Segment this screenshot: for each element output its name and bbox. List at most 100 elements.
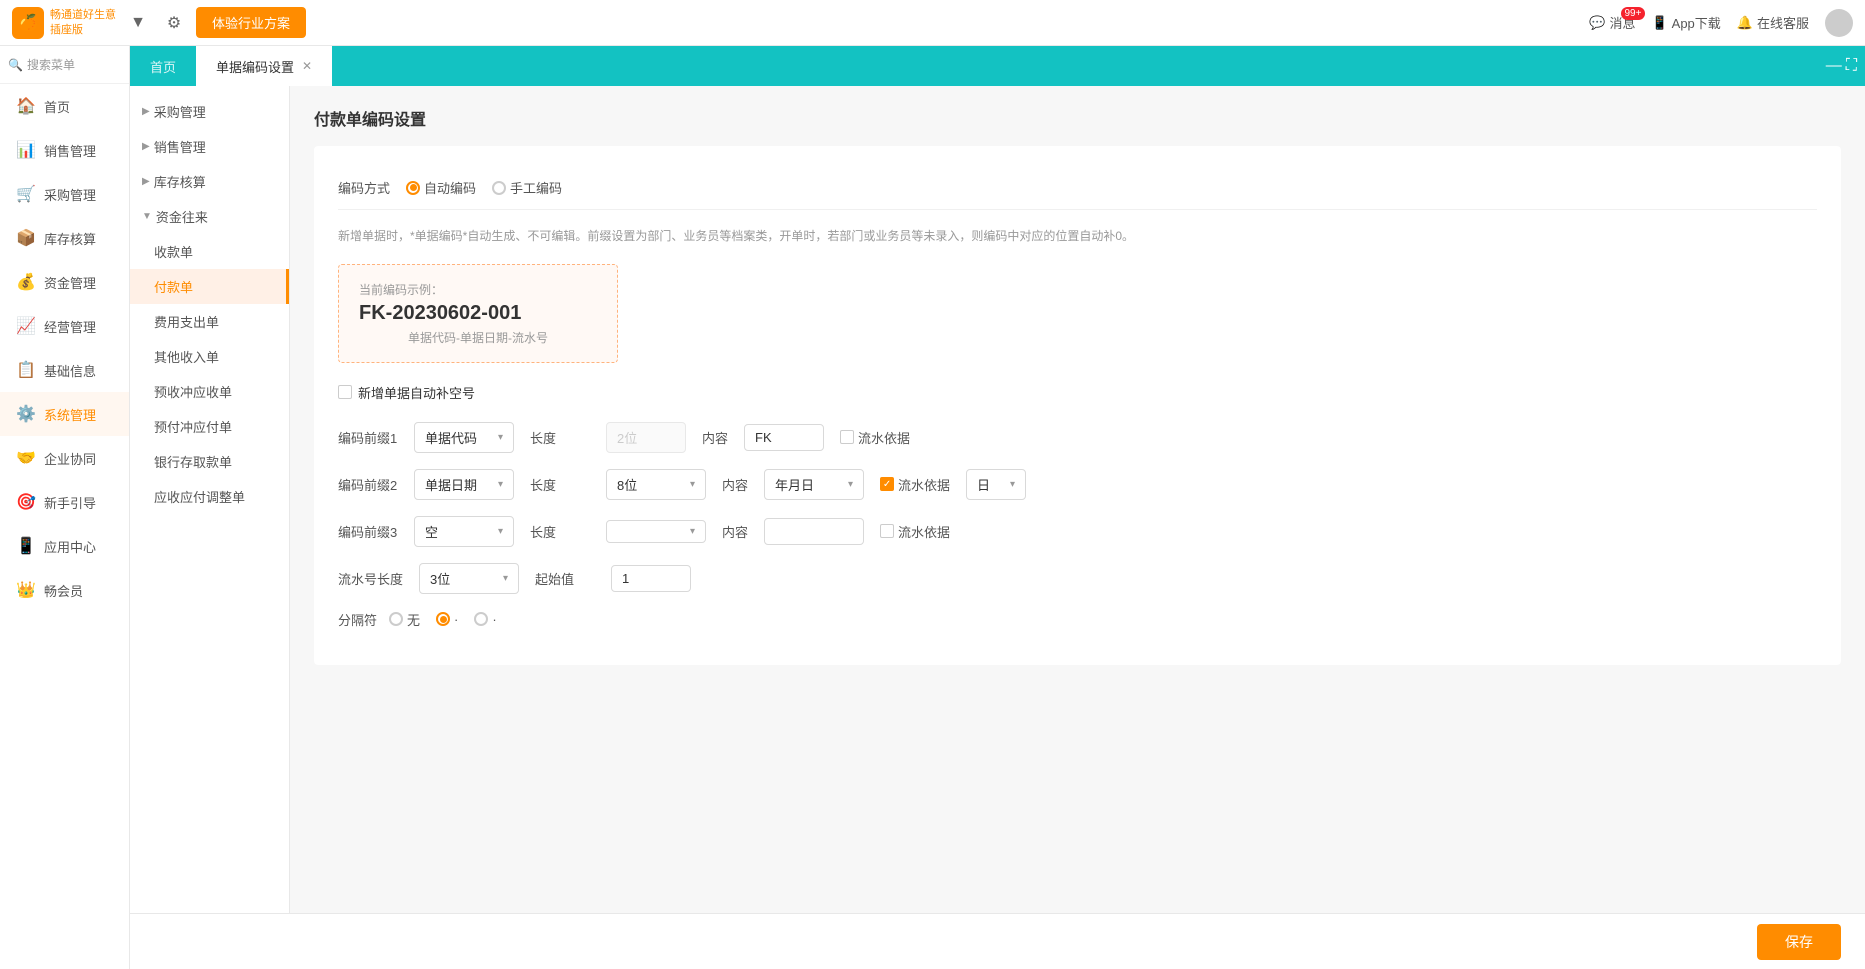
- sub-group-capital-title[interactable]: ▼ 资金往来: [130, 199, 289, 234]
- logo: 🍊 畅通道好生意 插座版: [12, 7, 116, 39]
- sub-group-purchase-title[interactable]: ▶ 采购管理: [130, 94, 289, 129]
- length3-select[interactable]: ▾: [606, 520, 706, 543]
- save-button[interactable]: 保存: [1757, 924, 1841, 960]
- content1-input[interactable]: [744, 424, 824, 451]
- encoding-method-label: 编码方式: [338, 178, 390, 197]
- sub-nav-payable-adj[interactable]: 应收应付调整单: [130, 479, 289, 514]
- sep-dot-option[interactable]: ·: [436, 612, 458, 627]
- manual-encoding-radio[interactable]: [492, 181, 506, 195]
- chevron-right-icon: ▶: [142, 106, 150, 117]
- sidebar-item-appstore[interactable]: 📱 应用中心: [0, 524, 129, 568]
- length1-input: 2位: [606, 422, 686, 453]
- sidebar-item-home[interactable]: 🏠 首页: [0, 84, 129, 128]
- enterprise-icon: 🤝: [16, 448, 36, 468]
- content3-label: 内容: [722, 522, 748, 541]
- start-value-label: 起始值: [535, 569, 595, 588]
- sidebar-item-enterprise[interactable]: 🤝 企业协同: [0, 436, 129, 480]
- topbar-left: 🍊 畅通道好生意 插座版 ▼ ⚙ 体验行业方案: [12, 7, 306, 39]
- sep-dash-option[interactable]: ·: [474, 612, 496, 627]
- sidebar-item-guide[interactable]: 🎯 新手引导: [0, 480, 129, 524]
- auto-radio-dot: [410, 184, 417, 191]
- online-service-btn[interactable]: 🔔 在线客服: [1737, 13, 1809, 32]
- waterfall2-checkbox[interactable]: ✓: [880, 477, 894, 491]
- length2-select[interactable]: 8位 ▾: [606, 469, 706, 500]
- auto-encoding-option[interactable]: 自动编码: [406, 178, 476, 197]
- prefix1-label: 编码前缀1: [338, 428, 398, 447]
- member-icon: 👑: [16, 580, 36, 600]
- sidebar-item-system[interactable]: ⚙️ 系统管理: [0, 392, 129, 436]
- encoding-radio-group: 自动编码 手工编码: [406, 178, 562, 197]
- prefix3-select[interactable]: 空 ▾: [414, 516, 514, 547]
- form-row-1: 编码前缀1 单据代码 ▾ 长度 2位 内容 流水依据: [338, 422, 1817, 453]
- manual-encoding-option[interactable]: 手工编码: [492, 178, 562, 197]
- sep-dash-radio[interactable]: [474, 612, 488, 626]
- sub-nav-payment[interactable]: 付款单: [130, 269, 289, 304]
- serial-length-select[interactable]: 3位 ▾: [419, 563, 519, 594]
- content3-input[interactable]: [764, 518, 864, 545]
- prefix1-select[interactable]: 单据代码 ▾: [414, 422, 514, 453]
- user-avatar[interactable]: [1825, 9, 1853, 37]
- sub-nav-advance-receivable[interactable]: 预收冲应收单: [130, 374, 289, 409]
- msg-btn[interactable]: 💬 消息 99+: [1589, 13, 1635, 32]
- auto-encoding-radio[interactable]: [406, 181, 420, 195]
- operations-icon: 📈: [16, 316, 36, 336]
- prefix2-select[interactable]: 单据日期 ▾: [414, 469, 514, 500]
- waterfall1-checkbox[interactable]: [840, 430, 854, 444]
- sidebar-item-finance[interactable]: 💰 资金管理: [0, 260, 129, 304]
- sub-nav-other-income[interactable]: 其他收入单: [130, 339, 289, 374]
- sidebar-nav: 🏠 首页 📊 销售管理 🛒 采购管理 📦 库存核算 💰 资金管理 📈 经: [0, 84, 129, 969]
- sep-none-radio[interactable]: [389, 612, 403, 626]
- industry-btn[interactable]: 体验行业方案: [196, 7, 306, 38]
- app-download-btn[interactable]: 📱 App下载: [1651, 13, 1720, 32]
- content-area: ▶ 采购管理 ▶ 销售管理 ▶ 库存核算: [130, 86, 1865, 913]
- sidebar-item-purchase[interactable]: 🛒 采购管理: [0, 172, 129, 216]
- sidebar-item-basic[interactable]: 📋 基础信息: [0, 348, 129, 392]
- app-icon: 📱: [1651, 15, 1667, 31]
- sub-sidebar: ▶ 采购管理 ▶ 销售管理 ▶ 库存核算: [130, 86, 290, 913]
- example-desc: 单据代码-单据日期-流水号: [359, 329, 597, 346]
- content2-select[interactable]: 年月日 ▾: [764, 469, 864, 500]
- sub-group-sales: ▶ 销售管理: [130, 129, 289, 164]
- separator-row: 分隔符 无 ·: [338, 610, 1817, 629]
- footer-bar: 保存: [130, 913, 1865, 969]
- waterfall2-period-select[interactable]: 日 ▾: [966, 469, 1026, 500]
- info-text: 新增单据时，*单据编码*自动生成、不可编辑。前缀设置为部门、业务员等档案类，开单…: [338, 226, 1817, 248]
- basic-icon: 📋: [16, 360, 36, 380]
- sidebar-search[interactable]: 🔍 搜索菜单: [0, 46, 129, 84]
- sidebar-item-inventory[interactable]: 📦 库存核算: [0, 216, 129, 260]
- separator-label: 分隔符: [338, 610, 377, 629]
- maximize-btn[interactable]: ⛶: [1846, 57, 1857, 75]
- waterfall3-check: 流水依据: [880, 522, 950, 541]
- sidebar-item-operations[interactable]: 📈 经营管理: [0, 304, 129, 348]
- page-content: 付款单编码设置 编码方式 自动编码: [290, 86, 1865, 913]
- sep-dot-inner: [440, 616, 447, 623]
- chevron-down-icon-length2: ▾: [690, 479, 695, 490]
- tab-close-btn[interactable]: ✕: [302, 59, 312, 73]
- start-value-input[interactable]: [611, 565, 691, 592]
- tabs-bar-right: — ⛶: [1826, 57, 1865, 75]
- sub-nav-expense[interactable]: 费用支出单: [130, 304, 289, 339]
- sidebar-item-member[interactable]: 👑 畅会员: [0, 568, 129, 612]
- sub-nav-advance-payable[interactable]: 预付冲应付单: [130, 409, 289, 444]
- topbar-settings-btn[interactable]: ⚙: [160, 9, 188, 37]
- sidebar: 🔍 搜索菜单 🏠 首页 📊 销售管理 🛒 采购管理 📦 库存核算 💰: [0, 46, 130, 969]
- minimize-btn[interactable]: —: [1826, 57, 1842, 75]
- sub-group-inventory-title[interactable]: ▶ 库存核算: [130, 164, 289, 199]
- msg-icon: 💬: [1589, 15, 1605, 31]
- sidebar-item-sales[interactable]: 📊 销售管理: [0, 128, 129, 172]
- tab-encoding[interactable]: 单据编码设置 ✕: [196, 46, 332, 86]
- auto-fill-checkbox[interactable]: [338, 385, 352, 399]
- length3-label: 长度: [530, 522, 590, 541]
- sub-nav-bank-deposit[interactable]: 银行存取款单: [130, 444, 289, 479]
- length2-label: 长度: [530, 475, 590, 494]
- search-label: 搜索菜单: [27, 56, 75, 73]
- sub-nav-receipt[interactable]: 收款单: [130, 234, 289, 269]
- sub-group-sales-title[interactable]: ▶ 销售管理: [130, 129, 289, 164]
- sep-none-option[interactable]: 无: [389, 610, 420, 629]
- tab-home[interactable]: 首页: [130, 46, 196, 86]
- sub-group-capital: ▼ 资金往来 收款单 付款单 费用支出单 其他收入单: [130, 199, 289, 514]
- sep-dot-radio[interactable]: [436, 612, 450, 626]
- waterfall3-checkbox[interactable]: [880, 524, 894, 538]
- prefix3-label: 编码前缀3: [338, 522, 398, 541]
- topbar-dropdown-btn[interactable]: ▼: [124, 9, 152, 37]
